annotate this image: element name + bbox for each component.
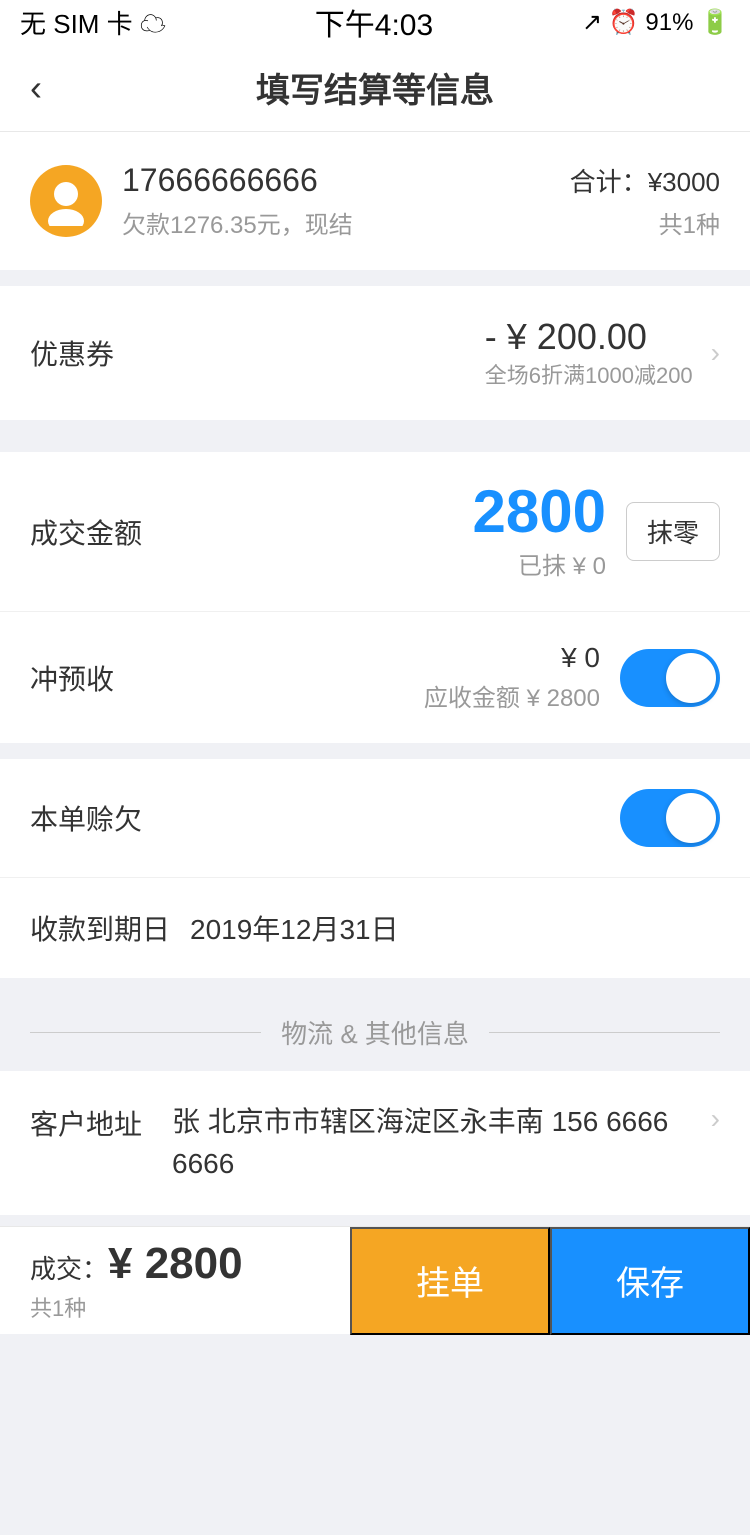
transaction-amount: 2800	[473, 482, 606, 542]
coupon-label: 优惠券	[30, 333, 114, 373]
chevron-right-icon: ›	[711, 337, 720, 369]
customer-debt: 欠款1276.35元，现结	[122, 205, 353, 240]
page-title: 填写结算等信息	[256, 63, 494, 112]
coupon-description: 全场6折满1000减200	[485, 358, 693, 390]
status-bar: 无 SIM 卡 ☁ 下午4:03 ↗ ⏰ 91% 🔋	[0, 0, 750, 44]
back-button[interactable]: ‹	[30, 67, 42, 109]
total-label: 合计：¥3000	[570, 162, 720, 199]
customer-info: 17666666666 欠款1276.35元，现结	[122, 162, 353, 240]
address-value: 张 北京市市辖区海淀区永丰南 156 6666 6666	[172, 1101, 701, 1185]
total-count: 共1种	[570, 205, 720, 240]
status-right: ↗ ⏰ 91% 🔋	[582, 8, 730, 37]
logistics-section: 物流 & 其他信息	[0, 994, 750, 1071]
form-card: 成交金额 2800 已抹 ¥ 0 抹零 冲预收 ¥ 0 应收金额 ¥ 2800	[0, 452, 750, 743]
logistics-header-text: 物流 & 其他信息	[281, 1014, 469, 1051]
address-row[interactable]: 客户地址 张 北京市市辖区海淀区永丰南 156 6666 6666 ›	[0, 1071, 750, 1215]
nav-bar: ‹ 填写结算等信息	[0, 44, 750, 132]
round-button[interactable]: 抹零	[626, 502, 720, 561]
battery-icon: ↗ ⏰ 91% 🔋	[582, 8, 730, 37]
prepay-label: 冲预收	[30, 658, 114, 698]
amount-value-block: 2800 已抹 ¥ 0	[473, 482, 606, 581]
prepay-toggle[interactable]	[620, 649, 720, 707]
customer-phone: 17666666666	[122, 162, 353, 199]
logistics-header: 物流 & 其他信息	[0, 994, 750, 1071]
amount-label: 成交金额	[30, 512, 142, 552]
bottom-deal-label: 成交：¥ 2800	[30, 1239, 320, 1289]
due-date-value: 2019年12月31日	[190, 908, 399, 948]
bottom-amount: ¥ 2800	[108, 1239, 243, 1288]
debt-toggle[interactable]	[620, 789, 720, 847]
prepay-right: ¥ 0 应收金额 ¥ 2800	[424, 642, 720, 713]
amount-erased: 已抹 ¥ 0	[473, 546, 606, 581]
due-date-row: 收款到期日 2019年12月31日	[0, 877, 750, 978]
status-time: 下午4:03	[315, 0, 433, 44]
debt-row: 本单赊欠	[0, 759, 750, 877]
amount-row: 成交金额 2800 已抹 ¥ 0 抹零	[0, 452, 750, 612]
customer-card: 17666666666 欠款1276.35元，现结 合计：¥3000 共1种	[0, 132, 750, 270]
due-date-label: 收款到期日	[30, 908, 170, 948]
customer-total: 合计：¥3000 共1种	[570, 162, 720, 240]
avatar-icon	[41, 176, 91, 226]
divider-line-right	[489, 1032, 720, 1033]
prepay-receivable: 应收金额 ¥ 2800	[424, 678, 600, 713]
coupon-discount: - ¥ 200.00	[485, 316, 693, 358]
amount-right: 2800 已抹 ¥ 0 抹零	[473, 482, 721, 581]
section-divider-1	[0, 436, 750, 452]
customer-left: 17666666666 欠款1276.35元，现结	[30, 162, 353, 240]
status-left: 无 SIM 卡 ☁	[20, 4, 166, 41]
bottom-bar: 成交：¥ 2800 共1种 挂单 保存	[0, 1226, 750, 1334]
bottom-count: 共1种	[30, 1291, 320, 1323]
avatar	[30, 165, 102, 237]
coupon-row[interactable]: 优惠券 - ¥ 200.00 全场6折满1000减200 ›	[0, 286, 750, 420]
save-button[interactable]: 保存	[550, 1227, 750, 1335]
prepay-row: 冲预收 ¥ 0 应收金额 ¥ 2800	[0, 612, 750, 743]
address-label: 客户地址	[30, 1101, 142, 1143]
debt-label: 本单赊欠	[30, 798, 142, 838]
bottom-summary: 成交：¥ 2800 共1种	[0, 1239, 350, 1323]
sim-status: 无 SIM 卡 ☁	[20, 4, 166, 41]
hold-button[interactable]: 挂单	[350, 1227, 550, 1335]
address-chevron-icon: ›	[711, 1101, 720, 1135]
coupon-right: - ¥ 200.00 全场6折满1000减200 ›	[485, 316, 720, 390]
prepay-amount-block: ¥ 0 应收金额 ¥ 2800	[424, 642, 600, 713]
section-divider-2	[0, 743, 750, 759]
prepay-amount: ¥ 0	[424, 642, 600, 674]
divider-line-left	[30, 1032, 261, 1033]
